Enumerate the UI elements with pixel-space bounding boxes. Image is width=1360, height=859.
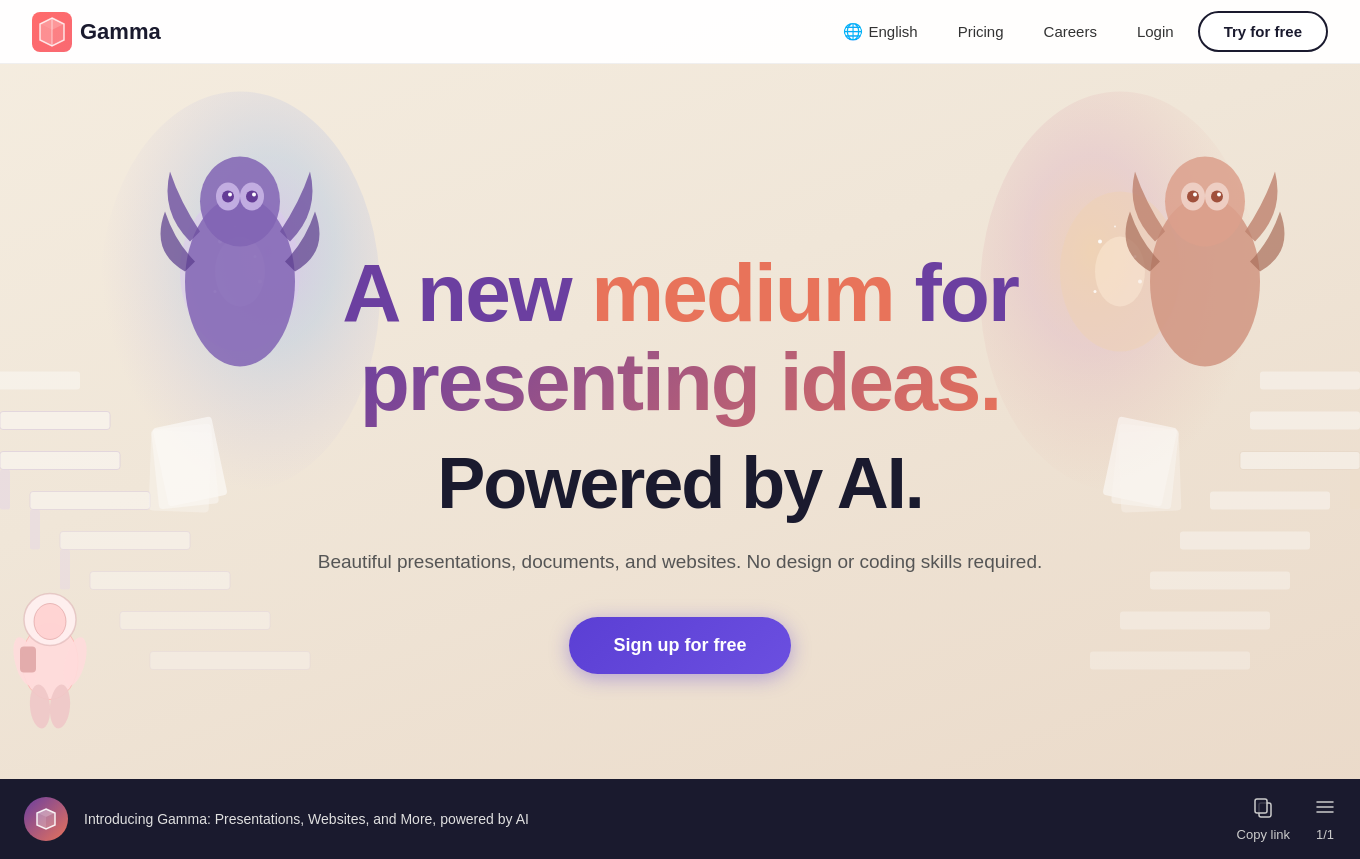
nav-pricing-label: Pricing: [958, 23, 1004, 40]
nav-item-login[interactable]: Login: [1121, 15, 1190, 48]
svg-point-20: [246, 191, 258, 203]
svg-rect-32: [0, 412, 110, 430]
nav-item-pricing[interactable]: Pricing: [942, 15, 1020, 48]
svg-rect-24: [0, 470, 10, 510]
svg-point-54: [1165, 157, 1245, 247]
svg-rect-27: [60, 532, 190, 550]
hero-description: Beautiful presentations, documents, and …: [318, 548, 1043, 577]
svg-rect-28: [60, 550, 70, 590]
sign-up-button[interactable]: Sign up for free: [569, 617, 790, 674]
hero-section: A new medium for presenting ideas. Power…: [0, 0, 1360, 859]
gamma-logo-icon: [32, 12, 72, 52]
svg-rect-33: [0, 372, 80, 390]
svg-point-48: [1098, 240, 1102, 244]
svg-rect-44: [149, 430, 212, 512]
hero-title-presenting-ideas: presenting ideas.: [360, 336, 1000, 427]
svg-rect-30: [120, 612, 270, 630]
svg-rect-61: [1240, 452, 1360, 470]
svg-point-52: [1094, 290, 1097, 293]
hero-title-for: for: [894, 247, 1018, 338]
svg-rect-62: [1350, 470, 1360, 510]
nav-english-label: English: [869, 23, 918, 40]
svg-point-60: [1217, 193, 1221, 197]
svg-point-51: [1138, 280, 1142, 284]
hero-title-part1: A new: [342, 247, 591, 338]
page-count-label: 1/1: [1316, 827, 1334, 842]
svg-point-36: [34, 604, 66, 640]
svg-point-21: [228, 193, 232, 197]
svg-rect-23: [0, 452, 120, 470]
svg-rect-65: [1150, 572, 1290, 590]
svg-point-57: [1187, 191, 1199, 203]
svg-rect-29: [90, 572, 230, 590]
globe-icon: 🌐: [843, 22, 863, 41]
svg-point-59: [1193, 193, 1197, 197]
hero-subtitle-ai: Powered by AI.: [318, 442, 1043, 524]
bottom-bar-notification-text: Introducing Gamma: Presentations, Websit…: [84, 811, 1221, 827]
hero-content: A new medium for presenting ideas. Power…: [298, 249, 1063, 674]
copy-icon: [1252, 796, 1274, 823]
svg-point-50: [1114, 226, 1116, 228]
svg-rect-67: [1090, 652, 1250, 670]
nav-careers-label: Careers: [1044, 23, 1097, 40]
svg-point-16: [200, 157, 280, 247]
page-count-area: 1/1: [1314, 796, 1336, 842]
svg-rect-66: [1120, 612, 1270, 630]
svg-rect-69: [1260, 372, 1360, 390]
svg-rect-25: [30, 492, 150, 510]
try-free-button[interactable]: Try for free: [1198, 11, 1328, 52]
bottom-bar: Introducing Gamma: Presentations, Websit…: [0, 779, 1360, 859]
svg-point-58: [1211, 191, 1223, 203]
logo-text: Gamma: [80, 19, 161, 45]
svg-rect-41: [20, 647, 36, 673]
svg-rect-26: [30, 510, 40, 550]
svg-rect-63: [1210, 492, 1330, 510]
hero-title-medium: medium: [591, 247, 893, 338]
svg-point-19: [222, 191, 234, 203]
bottom-bar-gamma-icon: [33, 806, 59, 832]
logo[interactable]: Gamma: [32, 12, 161, 52]
navbar: Gamma 🌐 English Pricing Careers Login Tr…: [0, 0, 1360, 64]
bottom-bar-logo: [24, 797, 68, 841]
svg-rect-72: [1119, 430, 1182, 512]
pages-icon: [1314, 796, 1336, 823]
nav-item-english[interactable]: 🌐 English: [827, 14, 934, 49]
svg-point-22: [252, 193, 256, 197]
svg-rect-68: [1250, 412, 1360, 430]
svg-rect-64: [1180, 532, 1310, 550]
svg-rect-78: [1255, 799, 1267, 813]
copy-link-button[interactable]: Copy link: [1237, 796, 1290, 842]
svg-rect-31: [150, 652, 310, 670]
bottom-bar-actions: Copy link 1/1: [1237, 796, 1336, 842]
nav-item-careers[interactable]: Careers: [1028, 15, 1113, 48]
nav-links: 🌐 English Pricing Careers Login Try for …: [827, 11, 1329, 52]
nav-login-label: Login: [1137, 23, 1174, 40]
copy-label: Copy link: [1237, 827, 1290, 842]
hero-title: A new medium for presenting ideas.: [318, 249, 1043, 426]
